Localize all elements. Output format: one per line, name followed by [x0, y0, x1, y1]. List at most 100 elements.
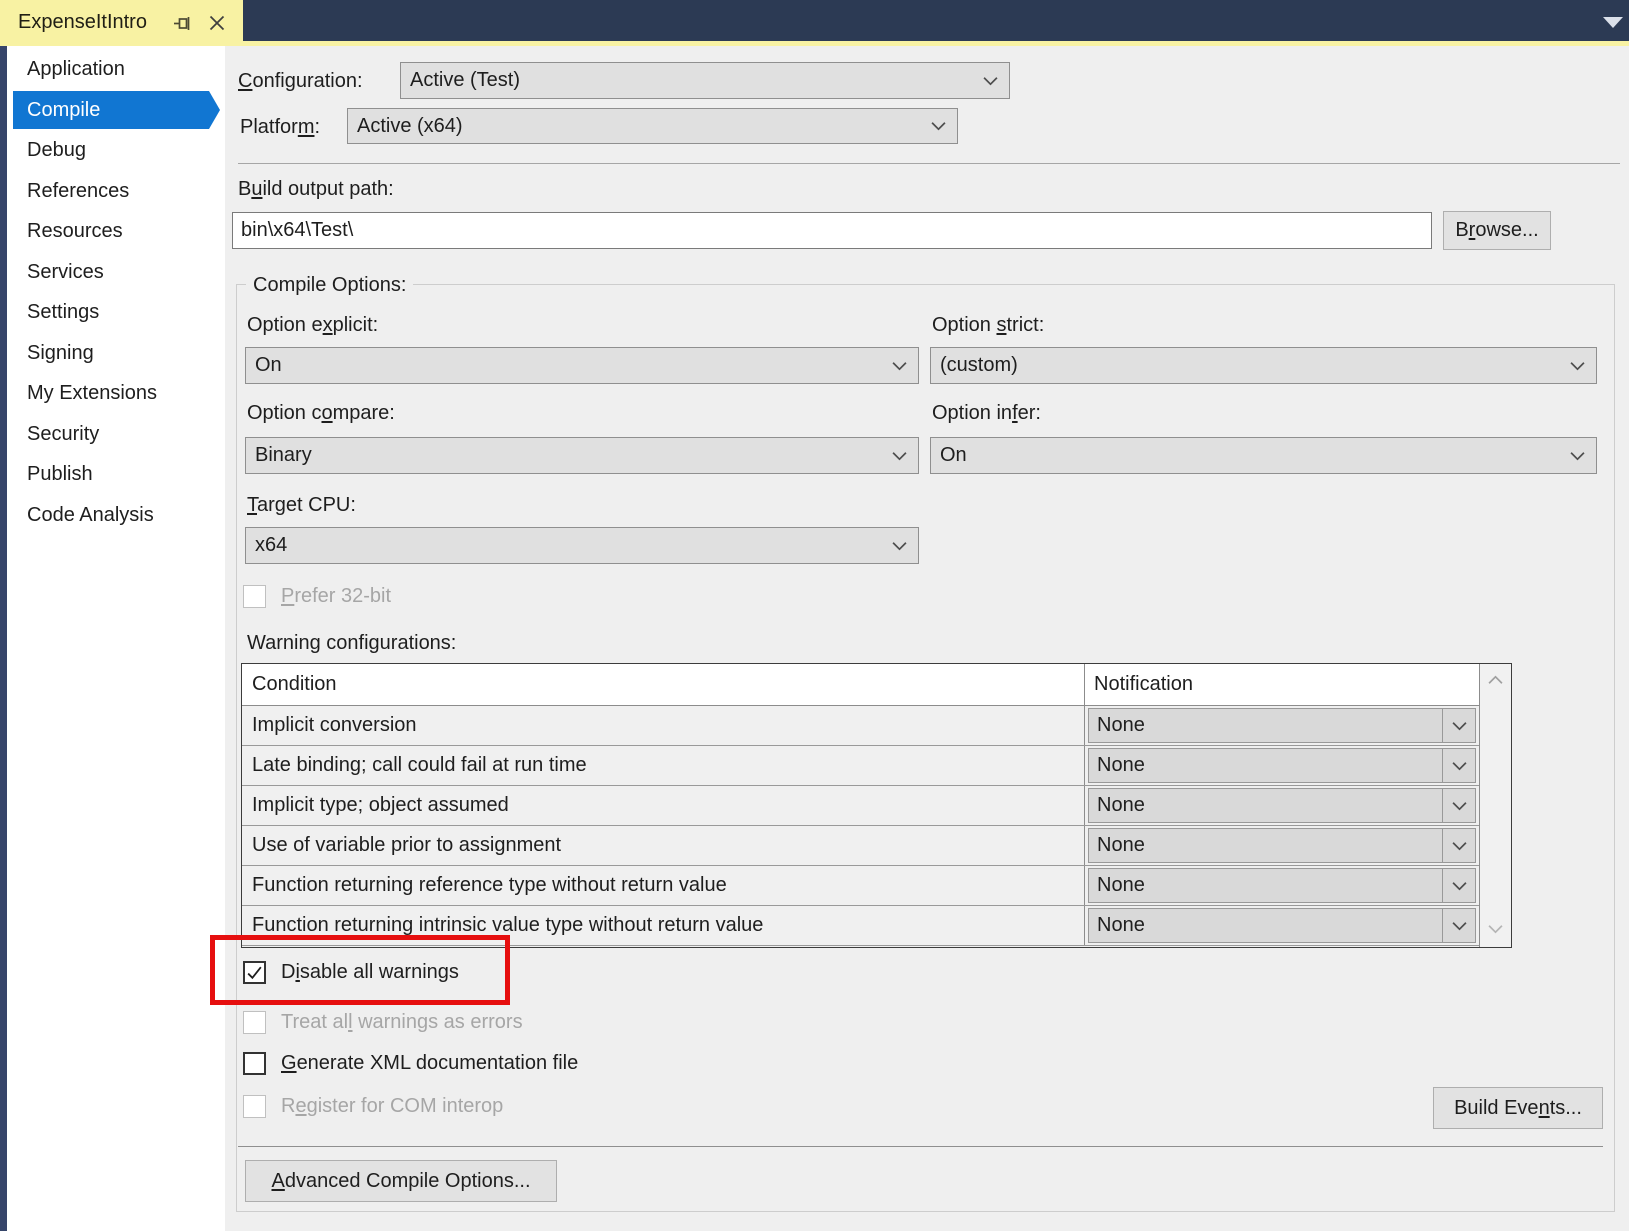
option-compare-select[interactable]: Binary [245, 437, 919, 474]
target-cpu-label: Target CPU: [247, 494, 356, 516]
checkbox[interactable] [243, 1095, 266, 1118]
option-explicit-value: On [255, 354, 282, 376]
checkbox-label: Treat all warnings as errors [281, 1011, 523, 1033]
notification-select[interactable]: None [1088, 828, 1476, 863]
warnings-table-header: Condition Notification [242, 664, 1479, 706]
notification-select[interactable]: None [1088, 708, 1476, 743]
notification-value: None [1097, 914, 1145, 936]
checkbox[interactable] [243, 1052, 266, 1075]
chevron-down-icon [1558, 451, 1596, 461]
column-header-condition[interactable]: Condition [242, 664, 1085, 705]
chevron-down-icon [880, 361, 918, 371]
sidebar-item-label: Settings [27, 301, 100, 323]
notification-value: None [1097, 754, 1145, 776]
option-explicit-select[interactable]: On [245, 347, 919, 384]
condition-cell[interactable]: Implicit type; object assumed [242, 786, 1085, 825]
condition-cell[interactable]: Function returning reference type withou… [242, 866, 1085, 905]
sidebar-item-label: Debug [27, 139, 86, 161]
warning-table-row: Function returning reference type withou… [242, 866, 1479, 906]
sidebar-item-label: My Extensions [27, 382, 158, 404]
condition-cell[interactable]: Implicit conversion [242, 706, 1085, 745]
chevron-down-icon [1442, 789, 1475, 822]
condition-cell[interactable]: Use of variable prior to assignment [242, 826, 1085, 865]
platform-value: Active (x64) [357, 114, 463, 137]
chevron-down-icon [971, 76, 1009, 86]
sidebar-item-label: Application [27, 58, 125, 80]
option-strict-value: (custom) [940, 354, 1018, 376]
build-output-path-label: Build output path: [238, 178, 394, 200]
option-strict-select[interactable]: (custom) [930, 347, 1597, 384]
option-infer-value: On [940, 444, 967, 466]
sidebar-item-signing[interactable]: Signing [13, 334, 209, 372]
close-icon[interactable] [207, 13, 227, 33]
notification-cell: None [1085, 706, 1479, 745]
table-scrollbar[interactable] [1479, 664, 1511, 947]
sidebar-item-references[interactable]: References [13, 172, 209, 210]
sidebar-item-label: Signing [27, 342, 94, 364]
build-events-button[interactable]: Build Eve n ts... [1433, 1087, 1603, 1129]
chevron-down-icon [1558, 361, 1596, 371]
notification-select[interactable]: None [1088, 908, 1476, 943]
option-strict-label: Option strict: [932, 314, 1045, 336]
sidebar-item-code-analysis[interactable]: Code Analysis [13, 496, 209, 534]
pin-icon[interactable] [172, 13, 192, 33]
warning-configurations-label: Warning configurations: [247, 632, 457, 654]
sidebar-item-label: References [27, 180, 130, 202]
tab-underline [0, 41, 1629, 46]
target-cpu-select[interactable]: x64 [245, 527, 919, 564]
window-dropdown-icon[interactable] [1603, 17, 1623, 28]
sidebar-item-label: Publish [27, 463, 93, 485]
build-output-path-input[interactable] [232, 212, 1432, 249]
checkbox-label: Disable all warnings [281, 961, 459, 983]
notification-select[interactable]: None [1088, 748, 1476, 783]
document-tab[interactable]: ExpenseItIntro [0, 0, 243, 46]
option-infer-select[interactable]: On [930, 437, 1597, 474]
platform-select[interactable]: Active (x64) [347, 108, 958, 144]
option-compare-label: Option compare: [247, 402, 395, 424]
column-header-notification[interactable]: Notification [1085, 664, 1479, 705]
sidebar-item-security[interactable]: Security [13, 415, 209, 453]
target-cpu-value: x64 [255, 534, 288, 556]
chevron-down-icon [1442, 829, 1475, 862]
disable-all-warnings-checkbox: Disable all warnings [243, 961, 459, 984]
condition-cell[interactable]: Function returning intrinsic value type … [242, 906, 1085, 945]
sidebar-item-resources[interactable]: Resources [13, 212, 209, 250]
checkbox[interactable] [243, 585, 266, 608]
sidebar: Application Compile Debug References Resourc… [7, 46, 225, 1231]
checkbox[interactable] [243, 961, 266, 984]
configuration-label: Configuration: [238, 70, 363, 92]
chevron-down-icon [1442, 909, 1475, 942]
sidebar-item-services[interactable]: Services [13, 253, 209, 291]
sidebar-item-settings[interactable]: Settings [13, 293, 209, 331]
scroll-down-icon[interactable] [1488, 921, 1503, 939]
vs-project-properties-window: ExpenseItIntro Application Compile Debug Re… [0, 0, 1629, 1231]
configuration-value: Active (Test) [410, 69, 521, 91]
sidebar-item-application[interactable]: Application [13, 50, 209, 88]
notification-value: None [1097, 834, 1145, 856]
notification-select[interactable]: None [1088, 788, 1476, 823]
checkbox-label: Prefer 32-bit [281, 585, 392, 607]
chevron-down-icon [1442, 749, 1475, 782]
chevron-down-icon [1442, 709, 1475, 742]
chevron-down-icon [880, 541, 918, 551]
notification-cell: None [1085, 866, 1479, 905]
warnings-table-body: Implicit conversion None Late binding; cal… [242, 706, 1479, 946]
browse-button[interactable]: Br owse... [1443, 211, 1551, 250]
checkbox[interactable] [243, 1011, 266, 1034]
sidebar-item-debug[interactable]: Debug [13, 131, 209, 169]
sidebar-item-my-extensions[interactable]: My Extensions [13, 374, 209, 412]
configuration-select[interactable]: Active (Test) [400, 62, 1010, 99]
notification-cell: None [1085, 906, 1479, 945]
chevron-down-icon [880, 451, 918, 461]
sidebar-item-compile[interactable]: Compile [13, 91, 220, 129]
generate-xml-documentation-checkbox: Generate XML documentation file [243, 1052, 578, 1075]
option-compare-value: Binary [255, 444, 312, 466]
warning-table-row: Implicit conversion None [242, 706, 1479, 746]
sidebar-item-publish[interactable]: Publish [13, 455, 209, 493]
advanced-compile-options-button[interactable]: Advanced Compile Options... [245, 1160, 557, 1202]
scroll-up-icon[interactable] [1488, 672, 1503, 690]
option-infer-label: Option infer: [932, 402, 1041, 424]
warning-table-row: Use of variable prior to assignment None [242, 826, 1479, 866]
condition-cell[interactable]: Late binding; call could fail at run tim… [242, 746, 1085, 785]
notification-select[interactable]: None [1088, 868, 1476, 903]
